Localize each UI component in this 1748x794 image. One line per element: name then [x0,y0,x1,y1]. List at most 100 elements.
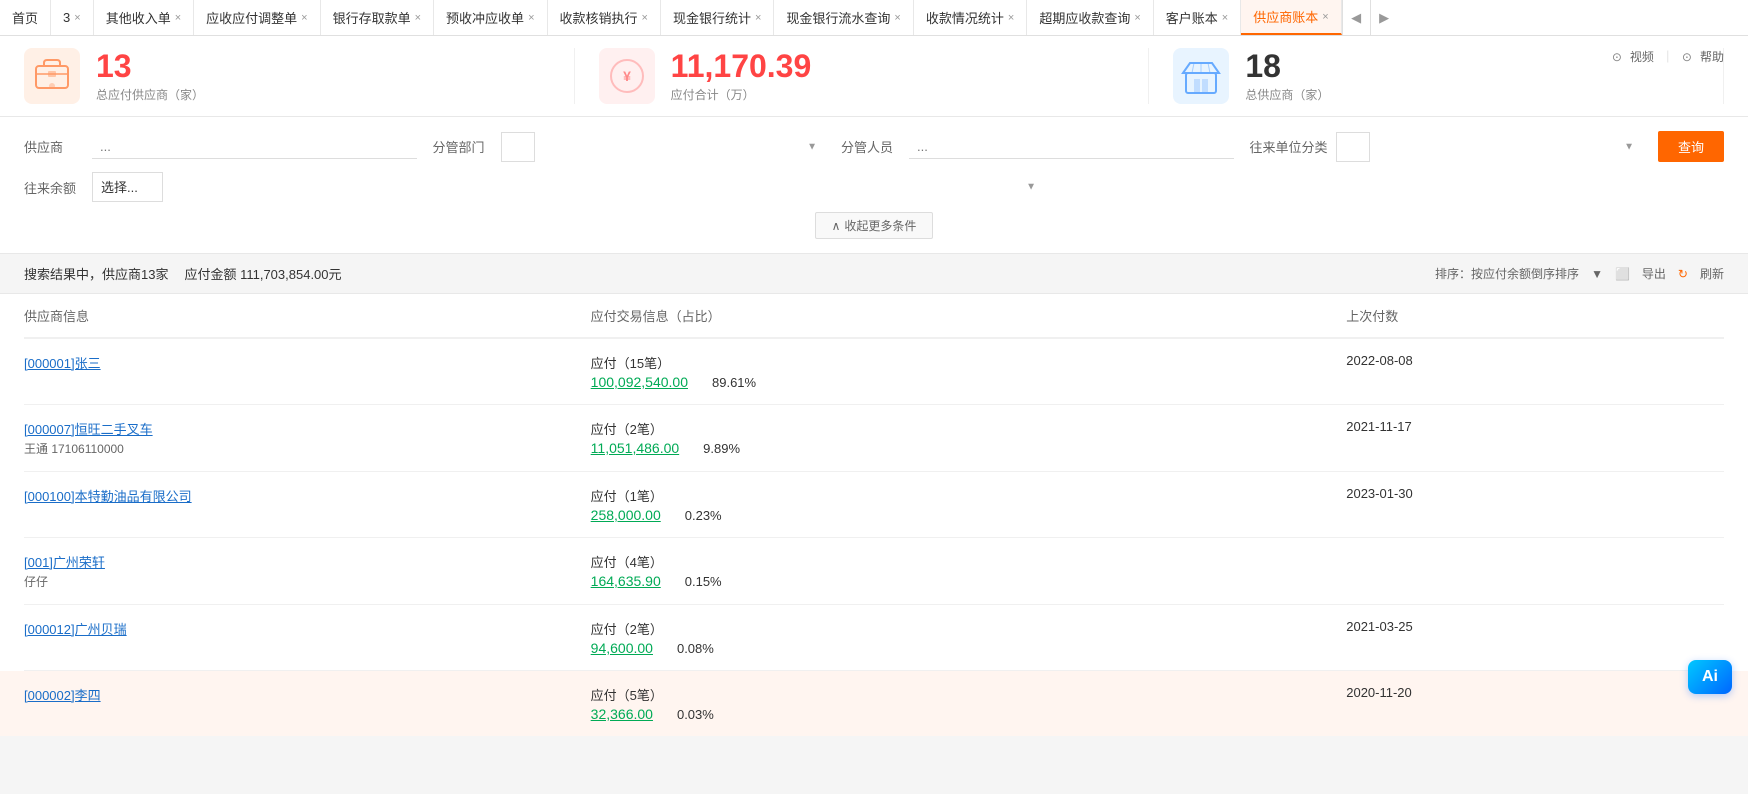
close-icon[interactable]: × [415,12,421,24]
nav-tab-collection-exec-label: 收款核销执行 [560,8,638,27]
supplier-link[interactable]: [000002]李四 [24,685,591,704]
video-link[interactable]: 视频 [1630,48,1654,65]
nav-next-arrow[interactable]: ▶ [1370,0,1398,35]
table-row: [000002]李四 应付（5笔） 32,366.00 0.03% 2020-1… [0,671,1748,736]
table-header: 供应商信息 应付交易信息（占比） 上次付数 [24,294,1724,339]
balance-filter-select[interactable]: 选择... [92,172,163,202]
nav-tab-advance-offset-label: 预收冲应收单 [446,8,524,27]
nav-tab-customer-account[interactable]: 客户账本 × [1154,0,1241,35]
supplier-info-col: [000012]广州贝瑞 [24,619,591,638]
ai-button[interactable]: Ai [1688,660,1732,694]
filter-person: 分管人员 [841,135,1234,159]
filter-supplier: 供应商 [24,135,417,159]
collapse-filter-label: 收起更多条件 [844,217,916,234]
lastpay-col: 2022-08-08 [1346,353,1724,368]
nav-tab-cash-bank-stat-label: 现金银行统计 [673,8,751,27]
close-icon[interactable]: × [74,12,80,24]
nav-tab-cash-bank-stat[interactable]: 现金银行统计 × [661,0,774,35]
supplier-link[interactable]: [000007]恒旺二手叉车 [24,419,591,438]
close-icon[interactable]: × [1134,12,1140,24]
table-row: [000007]恒旺二手叉车 王通 17106110000 应付（2笔） 11,… [24,405,1724,472]
stat-total-supplier-number: 18 [1245,50,1329,82]
stat-payable-supplier-label: 总应付供应商（家） [96,86,204,103]
person-filter-input[interactable] [909,135,1234,159]
nav-tab-collection-stat-label: 收款情况统计 [926,8,1004,27]
nav-tab-bank-deposit-label: 银行存取款单 [333,8,411,27]
supplier-info-col: [001]广州荣轩 仔仔 [24,552,591,590]
query-button[interactable]: 查询 [1658,131,1724,162]
tx-percent: 89.61% [712,375,756,390]
tx-amount[interactable]: 164,635.90 [591,573,661,589]
filter-dept: 分管部门 [433,132,826,162]
nav-prev-arrow[interactable]: ◀ [1342,0,1370,35]
supplier-link[interactable]: [001]广州荣轩 [24,552,591,571]
export-button[interactable]: 导出 [1642,265,1666,282]
nav-tab-supplier-account[interactable]: 供应商账本 × [1241,0,1341,35]
supplier-link[interactable]: [000100]本特勤油品有限公司 [24,486,591,505]
nav-tab-collection-exec[interactable]: 收款核销执行 × [548,0,661,35]
nav-tab-other-income[interactable]: 其他收入单 × [94,0,194,35]
close-icon[interactable]: × [642,12,648,24]
supplier-sub-info: 王通 17106110000 [24,440,591,457]
nav-tab-ar-adjust[interactable]: 应收应付调整单 × [194,0,320,35]
supplier-info-col: [000100]本特勤油品有限公司 [24,486,591,505]
nav-tab-advance-offset[interactable]: 预收冲应收单 × [434,0,547,35]
supplier-link[interactable]: [000012]广州贝瑞 [24,619,591,638]
category-filter-select[interactable] [1336,132,1370,162]
nav-tab-overdue-query[interactable]: 超期应收款查询 × [1027,0,1153,35]
dept-filter-select[interactable] [501,132,535,162]
close-icon[interactable]: × [755,12,761,24]
top-navigation: 首页 3 × 其他收入单 × 应收应付调整单 × 银行存取款单 × 预收冲应收单… [0,0,1748,36]
close-icon[interactable]: × [1322,11,1328,23]
lastpay-col: 2023-01-30 [1346,486,1724,501]
supplier-info-col: [000007]恒旺二手叉车 王通 17106110000 [24,419,591,457]
nav-tab-cashflow-query[interactable]: 现金银行流水查询 × [774,0,913,35]
result-summary: 搜索结果中，供应商13家 应付金额 111,703,854.00元 [24,264,342,283]
supplier-info-col: [000001]张三 [24,353,591,372]
header-transaction: 应付交易信息（占比） [591,306,1347,325]
nav-tab-3[interactable]: 3 × [51,0,94,35]
table-row: [001]广州荣轩 仔仔 应付（4笔） 164,635.90 0.15% [24,538,1724,605]
dept-filter-label: 分管部门 [433,137,493,156]
tx-label: 应付（2笔） [591,419,1347,438]
supplier-filter-label: 供应商 [24,137,84,156]
export-icon: ⬜ [1615,267,1630,281]
stat-payable-amount-number: 11,170.39 [671,50,812,82]
nav-tab-cashflow-query-label: 现金银行流水查询 [786,8,890,27]
help-link[interactable]: 帮助 [1700,48,1724,65]
last-pay-date: 2023-01-30 [1346,486,1413,501]
close-icon[interactable]: × [175,12,181,24]
close-icon[interactable]: × [528,12,534,24]
transaction-col: 应付（2笔） 11,051,486.00 9.89% [591,419,1347,456]
close-icon[interactable]: × [1222,12,1228,24]
tx-amount[interactable]: 100,092,540.00 [591,374,688,390]
refresh-button[interactable]: 刷新 [1700,265,1724,282]
tx-percent: 0.08% [677,641,714,656]
nav-tab-bank-deposit[interactable]: 银行存取款单 × [321,0,434,35]
collapse-filter-button[interactable]: ∧ 收起更多条件 [815,212,934,239]
supplier-filter-input[interactable] [92,135,417,159]
lastpay-col: 2021-11-17 [1346,419,1724,434]
nav-tab-collection-stat[interactable]: 收款情况统计 × [914,0,1027,35]
refresh-icon: ↻ [1678,267,1688,281]
tx-amount[interactable]: 32,366.00 [591,706,653,722]
header-supplier: 供应商信息 [24,306,591,325]
close-icon[interactable]: × [894,12,900,24]
nav-tab-home[interactable]: 首页 [0,0,51,35]
close-icon[interactable]: × [1008,12,1014,24]
tx-amount[interactable]: 94,600.00 [591,640,653,656]
result-bar: 搜索结果中，供应商13家 应付金额 111,703,854.00元 排序：按应付… [0,254,1748,294]
tx-amount[interactable]: 258,000.00 [591,507,661,523]
tx-amount[interactable]: 11,051,486.00 [591,440,680,456]
stat-total-supplier-label: 总供应商（家） [1245,86,1329,103]
stat-payable-amount-label: 应付合计（万） [671,86,812,103]
tx-percent: 0.15% [685,574,722,589]
nav-tab-supplier-account-label: 供应商账本 [1253,7,1318,26]
tx-label: 应付（1笔） [591,486,1347,505]
supplier-link[interactable]: [000001]张三 [24,353,591,372]
tx-percent: 9.89% [703,441,740,456]
transaction-col: 应付（4笔） 164,635.90 0.15% [591,552,1347,589]
stat-payable-supplier-number: 13 [96,50,204,82]
last-pay-date: 2021-11-17 [1346,419,1412,434]
close-icon[interactable]: × [301,12,307,24]
